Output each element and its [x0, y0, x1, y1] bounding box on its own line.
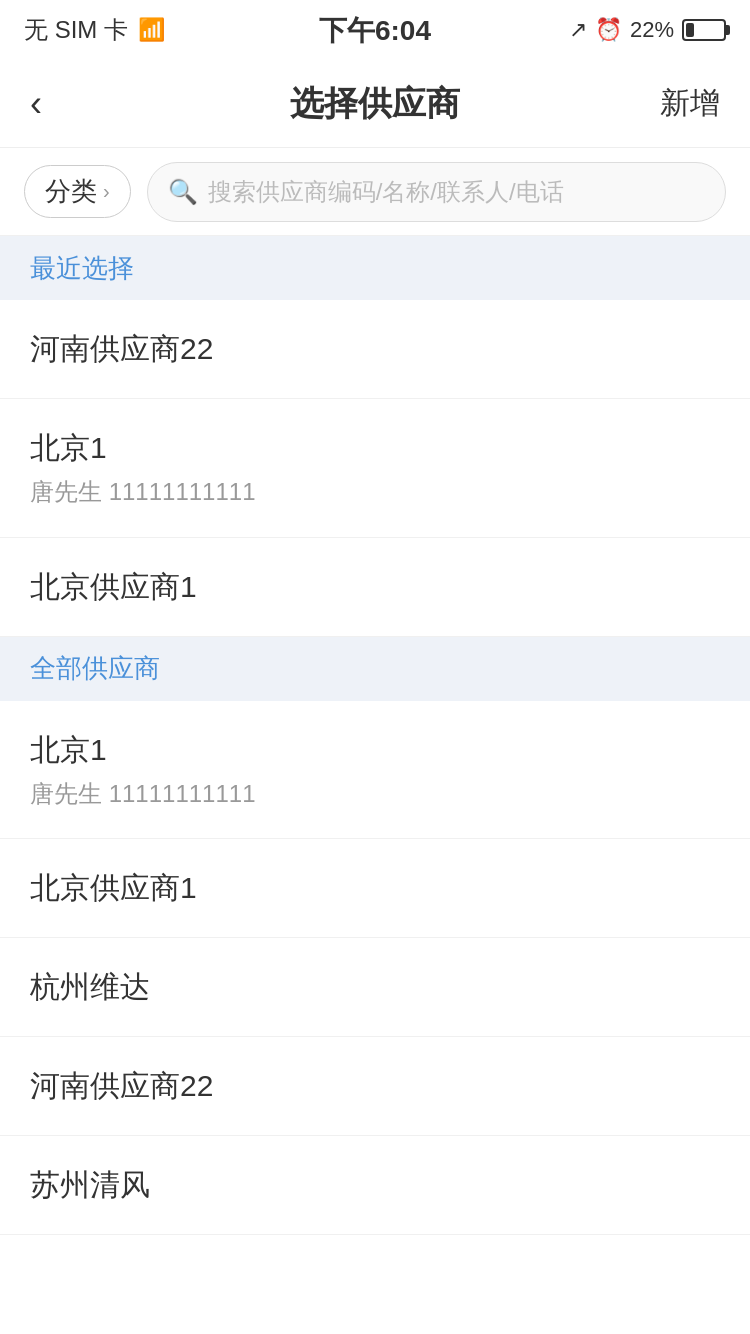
battery-fill: [686, 23, 694, 37]
list-item-name: 北京1: [30, 427, 720, 469]
list-item[interactable]: 北京1 唐先生 11111111111: [0, 701, 750, 840]
wifi-icon: 📶: [138, 17, 165, 43]
list-item[interactable]: 杭州维达: [0, 938, 750, 1037]
alarm-icon: ⏰: [595, 17, 622, 43]
add-button[interactable]: 新增: [660, 83, 720, 124]
list-item[interactable]: 北京供应商1: [0, 538, 750, 637]
list-item-sub: 唐先生 11111111111: [30, 777, 720, 811]
battery-percent: 22%: [630, 17, 674, 43]
status-left: 无 SIM 卡 📶: [24, 14, 165, 46]
all-section-header: 全部供应商: [0, 637, 750, 701]
all-section-label: 全部供应商: [30, 651, 160, 686]
sim-text: 无 SIM 卡: [24, 14, 128, 46]
recent-section-label: 最近选择: [30, 251, 134, 286]
chevron-right-icon: ›: [103, 180, 110, 203]
search-icon: 🔍: [168, 178, 198, 206]
location-icon: ↗: [569, 17, 587, 43]
nav-bar: ‹ 选择供应商 新增: [0, 60, 750, 148]
list-item[interactable]: 河南供应商22: [0, 1037, 750, 1136]
all-list: 北京1 唐先生 11111111111 北京供应商1 杭州维达河南供应商22 苏州清风: [0, 701, 750, 1236]
status-bar: 无 SIM 卡 📶 下午6:04 ↗ ⏰ 22%: [0, 0, 750, 60]
recent-list: 河南供应商22 北京1 唐先生 11111111111 北京供应商1: [0, 300, 750, 637]
category-label: 分类: [45, 174, 97, 209]
page-title: 选择供应商: [290, 81, 460, 127]
status-right: ↗ ⏰ 22%: [569, 17, 726, 43]
list-item-name: 河南供应商22: [30, 1065, 720, 1107]
list-item-name: 杭州维达: [30, 966, 720, 1008]
status-time: 下午6:04: [319, 12, 431, 50]
list-item-name: 河南供应商22: [30, 328, 720, 370]
list-item[interactable]: 苏州清风: [0, 1136, 750, 1235]
filter-bar: 分类 › 🔍 搜索供应商编码/名称/联系人/电话: [0, 148, 750, 236]
list-item-name: 北京供应商1: [30, 867, 720, 909]
recent-section-header: 最近选择: [0, 236, 750, 300]
list-item-name: 北京供应商1: [30, 566, 720, 608]
back-button[interactable]: ‹: [30, 83, 90, 125]
list-item-sub: 唐先生 11111111111: [30, 475, 720, 509]
category-button[interactable]: 分类 ›: [24, 165, 131, 218]
list-item[interactable]: 河南供应商22: [0, 300, 750, 399]
search-box[interactable]: 🔍 搜索供应商编码/名称/联系人/电话: [147, 162, 726, 222]
battery-bar: [682, 19, 726, 41]
list-item[interactable]: 北京1 唐先生 11111111111: [0, 399, 750, 538]
list-item-name: 苏州清风: [30, 1164, 720, 1206]
list-item[interactable]: 北京供应商1: [0, 839, 750, 938]
search-placeholder: 搜索供应商编码/名称/联系人/电话: [208, 176, 564, 208]
list-item-name: 北京1: [30, 729, 720, 771]
